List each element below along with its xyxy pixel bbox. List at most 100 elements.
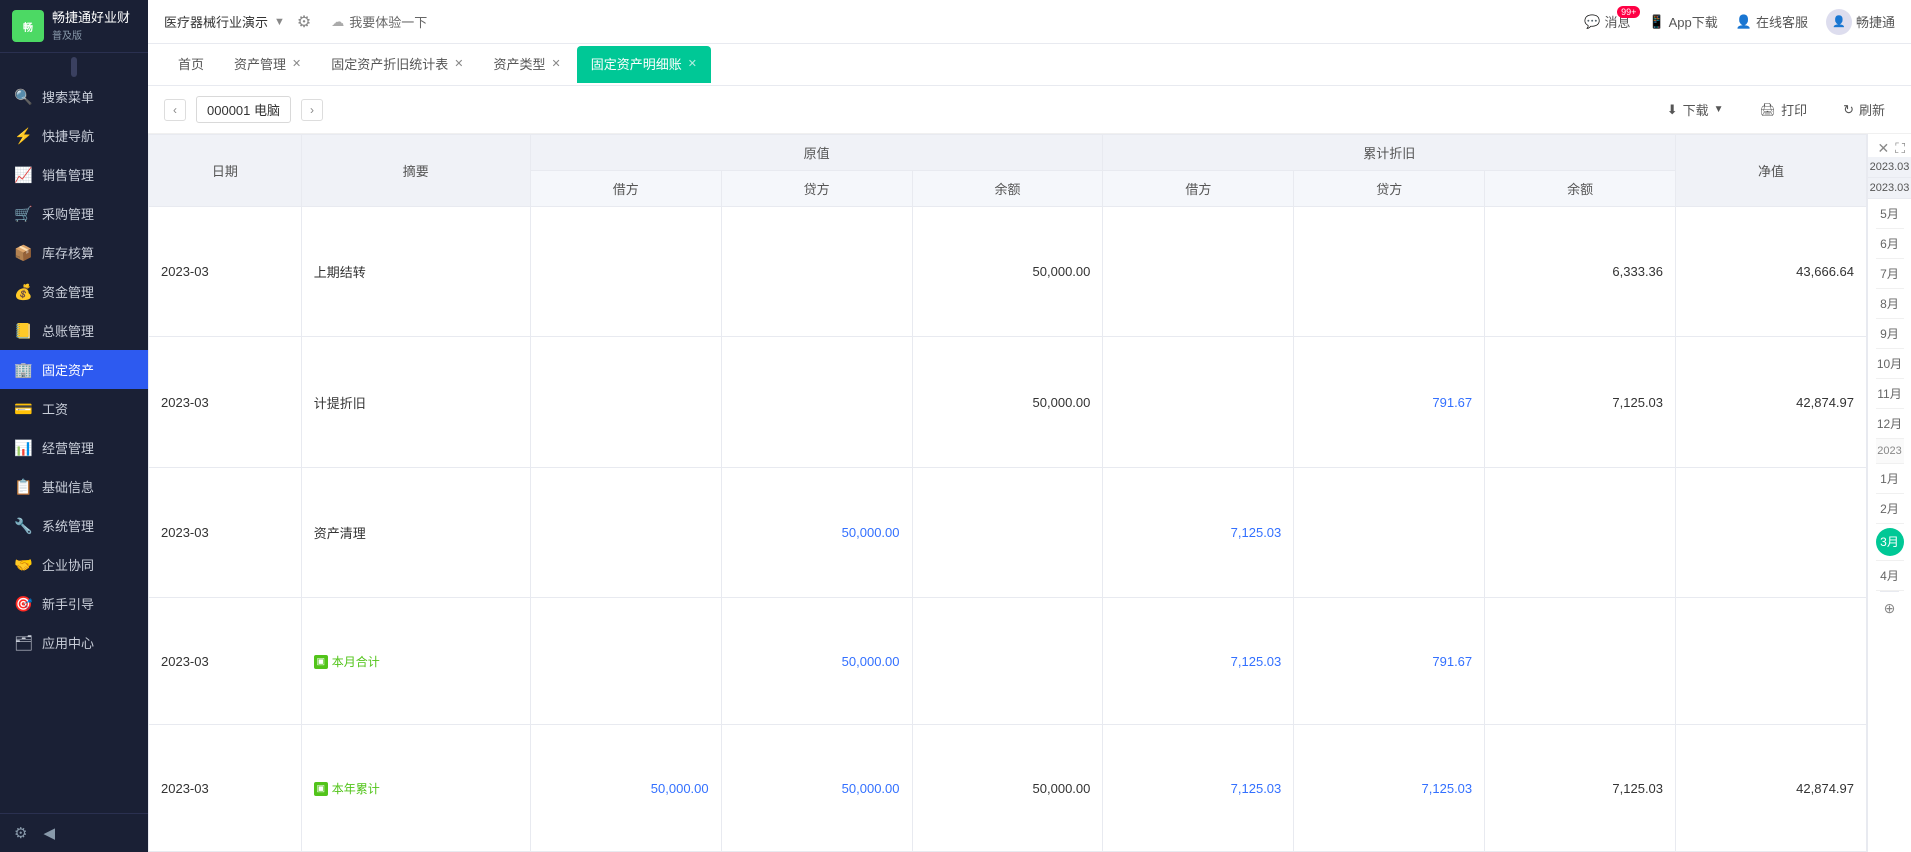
messages-icon: 💬 bbox=[1584, 14, 1600, 30]
tab-4[interactable]: 固定资产明细账✕ bbox=[577, 46, 711, 83]
col-orig-balance: 余额 bbox=[912, 171, 1103, 207]
sidebar-item-wages[interactable]: 💳 工资 bbox=[0, 389, 148, 428]
col-acc-balance: 余额 bbox=[1485, 171, 1676, 207]
cell-orig-credit bbox=[721, 207, 912, 337]
close-panel-icon[interactable]: ✕ bbox=[1877, 140, 1889, 157]
tab-1[interactable]: 资产管理✕ bbox=[220, 46, 315, 83]
experience-text: 我要体验一下 bbox=[349, 12, 427, 31]
cell-summary: 上期结转 bbox=[301, 207, 530, 337]
timeline-item-6[interactable]: 11月 bbox=[1876, 379, 1904, 409]
sidebar-item-fixed[interactable]: 🏢 固定资产 bbox=[0, 350, 148, 389]
timeline-item-7[interactable]: 12月 bbox=[1876, 409, 1904, 439]
sidebar-item-funds[interactable]: 💰 资金管理 bbox=[0, 272, 148, 311]
timeline-item-8[interactable]: 2023 bbox=[1876, 439, 1904, 464]
app-download-icon: 📱 bbox=[1648, 14, 1664, 30]
main-table: 日期 摘要 原值 累计折旧 净值 借方 贷方 余额 借方 bbox=[148, 134, 1867, 852]
collapse-icon[interactable]: ◀ bbox=[43, 824, 55, 842]
timeline-item-5[interactable]: 10月 bbox=[1876, 349, 1904, 379]
panel-scroll-down-icon[interactable]: ⊕ bbox=[1884, 600, 1896, 617]
sidebar-label-inventory: 库存核算 bbox=[42, 243, 94, 262]
expand-panel-icon[interactable]: ⛶ bbox=[1895, 140, 1905, 157]
cell-net-value: 42,874.97 bbox=[1676, 337, 1867, 467]
sidebar-item-purchase[interactable]: 🛒 采购管理 bbox=[0, 194, 148, 233]
sidebar-label-sysadmin: 系统管理 bbox=[42, 516, 94, 535]
asset-code: 000001 电脑 bbox=[196, 96, 291, 123]
panel-top-icons: ✕ ⛶ bbox=[1868, 134, 1911, 157]
sidebar-item-sales[interactable]: 📈 销售管理 bbox=[0, 155, 148, 194]
basics-icon: 📋 bbox=[14, 478, 32, 496]
cell-acc-balance: 7,125.03 bbox=[1485, 725, 1676, 852]
cell-acc-balance: 7,125.03 bbox=[1485, 337, 1676, 467]
next-arrow[interactable]: › bbox=[301, 99, 323, 121]
settings-icon[interactable]: ⚙ bbox=[14, 824, 27, 842]
tab-label-2: 固定资产折旧统计表 bbox=[331, 54, 448, 73]
panel-date-header2[interactable]: 2023.03 bbox=[1868, 178, 1911, 199]
col-orig-credit: 贷方 bbox=[721, 171, 912, 207]
print-label: 打印 bbox=[1781, 100, 1807, 119]
sidebar-label-wages: 工资 bbox=[42, 399, 68, 418]
timeline-item-1[interactable]: 6月 bbox=[1876, 229, 1904, 259]
timeline-item-12[interactable]: 4月 bbox=[1876, 561, 1904, 591]
table-row: 2023-03 ▣ 本月合计 50,000.00 7,125.03 791.67 bbox=[149, 598, 1867, 725]
settings-gear-icon[interactable]: ⚙ bbox=[297, 12, 311, 32]
tab-2[interactable]: 固定资产折旧统计表 ✕ bbox=[317, 46, 477, 83]
enterprise-icon: 🤝 bbox=[14, 556, 32, 574]
sidebar-item-inventory[interactable]: 📦 库存核算 bbox=[0, 233, 148, 272]
sidebar-label-guide: 新手引导 bbox=[42, 594, 94, 613]
col-summary: 摘要 bbox=[301, 135, 530, 207]
sidebar-item-quicknav[interactable]: ⚡ 快捷导航 bbox=[0, 116, 148, 155]
summary-tag: ▣ 本年累计 bbox=[314, 780, 380, 797]
cell-acc-balance bbox=[1485, 467, 1676, 597]
table-row: 2023-03 计提折旧 50,000.00 791.67 7,125.03 4… bbox=[149, 337, 1867, 467]
download-btn[interactable]: ⬇ 下载 ▼ bbox=[1657, 96, 1734, 123]
user-profile[interactable]: 👤 畅捷通 bbox=[1826, 9, 1895, 35]
sidebar-subtitle: 普及版 bbox=[52, 27, 130, 42]
tabbar: 首页资产管理✕固定资产折旧统计表✕资产类型✕固定资产明细账✕ bbox=[148, 44, 1911, 86]
online-service-btn[interactable]: 👤 在线客服 bbox=[1736, 12, 1808, 31]
company-dropdown-icon: ▼ bbox=[274, 16, 285, 28]
timeline-item-11[interactable]: 3月 bbox=[1876, 524, 1904, 561]
timeline-item-10[interactable]: 2月 bbox=[1876, 494, 1904, 524]
timeline-item-9[interactable]: 1月 bbox=[1876, 464, 1904, 494]
tab-close-1[interactable]: ✕ bbox=[292, 57, 301, 70]
cell-orig-balance: 50,000.00 bbox=[912, 725, 1103, 852]
timeline-item-0[interactable]: 5月 bbox=[1876, 199, 1904, 229]
panel-date-header1[interactable]: 2023.03 bbox=[1868, 157, 1911, 178]
cell-orig-debit bbox=[530, 337, 721, 467]
cell-acc-credit bbox=[1294, 467, 1485, 597]
sidebar-item-basics[interactable]: 📋 基础信息 bbox=[0, 467, 148, 506]
tab-3[interactable]: 资产类型 ✕ bbox=[479, 46, 574, 83]
sidebar-item-enterprise[interactable]: 🤝 企业协同 bbox=[0, 545, 148, 584]
sidebar-item-apps[interactable]: 🗂 应用中心 bbox=[0, 623, 148, 662]
experience-btn[interactable]: ☁ 我要体验一下 bbox=[331, 12, 427, 31]
tab-close-4[interactable]: ✕ bbox=[688, 57, 697, 70]
print-btn[interactable]: 🖨 打印 bbox=[1750, 96, 1818, 123]
cell-orig-debit bbox=[530, 467, 721, 597]
tab-0[interactable]: 首页 bbox=[164, 46, 218, 83]
prev-arrow[interactable]: ‹ bbox=[164, 99, 186, 121]
messages-btn[interactable]: 💬 消息 99+ bbox=[1584, 12, 1630, 31]
download-icon: ⬇ bbox=[1667, 102, 1678, 118]
timeline-item-2[interactable]: 7月 bbox=[1876, 259, 1904, 289]
tab-close-2[interactable]: ✕ bbox=[454, 57, 463, 70]
sidebar-nav: 🔍 搜索菜单 ⚡ 快捷导航 📈 销售管理 🛒 采购管理 📦 库存核算 💰 资金管… bbox=[0, 77, 148, 813]
tab-close-3[interactable]: ✕ bbox=[552, 57, 561, 70]
refresh-btn[interactable]: ↻ 刷新 bbox=[1833, 96, 1895, 123]
sidebar-logo: 畅 bbox=[12, 10, 44, 42]
sidebar-item-guide[interactable]: 🎯 新手引导 bbox=[0, 584, 148, 623]
app-download-btn[interactable]: 📱 App下载 bbox=[1648, 12, 1717, 31]
page-content: ‹ 000001 电脑 › ⬇ 下载 ▼ 🖨 打印 ↻ 刷新 bbox=[148, 86, 1911, 852]
sidebar-item-ledger[interactable]: 📒 总账管理 bbox=[0, 311, 148, 350]
toolbar-actions: ⬇ 下载 ▼ 🖨 打印 ↻ 刷新 bbox=[1657, 96, 1895, 123]
experience-icon: ☁ bbox=[331, 14, 344, 30]
timeline-item-4[interactable]: 9月 bbox=[1876, 319, 1904, 349]
tab-label-3: 资产类型 bbox=[493, 54, 545, 73]
sidebar-item-sysadmin[interactable]: 🔧 系统管理 bbox=[0, 506, 148, 545]
company-selector[interactable]: 医疗器械行业演示 ▼ bbox=[164, 12, 285, 31]
timeline-item-3[interactable]: 8月 bbox=[1876, 289, 1904, 319]
sidebar-item-search[interactable]: 🔍 搜索菜单 bbox=[0, 77, 148, 116]
sidebar-item-operations[interactable]: 📊 经营管理 bbox=[0, 428, 148, 467]
quicknav-icon: ⚡ bbox=[14, 127, 32, 145]
panel-controls: ⊕ bbox=[1880, 591, 1900, 625]
sidebar-footer: ⚙ ◀ bbox=[0, 813, 148, 852]
